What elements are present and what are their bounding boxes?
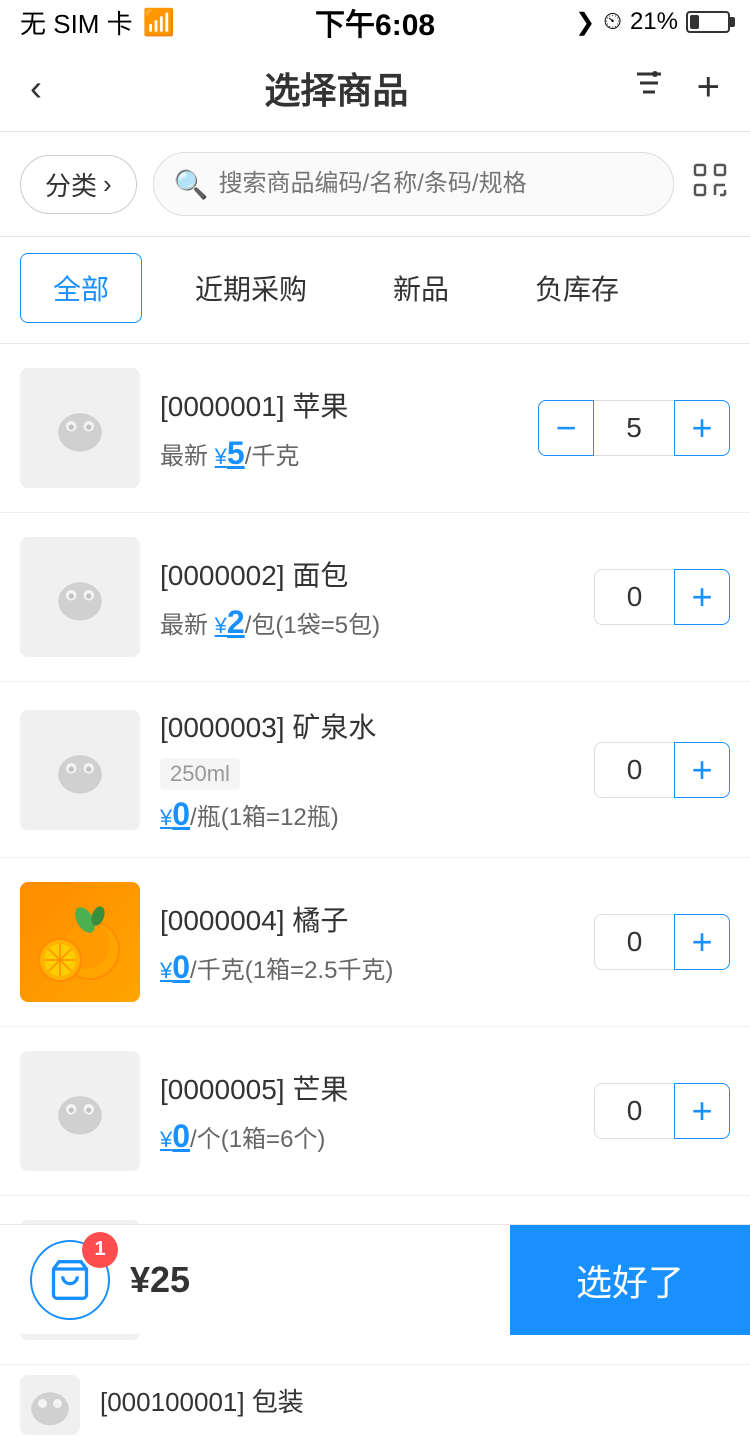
product-item: [0000005] 芒果 ¥0/个(1箱=6个) + bbox=[0, 1027, 750, 1196]
product-name: [0000005] 芒果 bbox=[160, 1068, 574, 1108]
cart-icon bbox=[48, 1258, 92, 1302]
wifi-icon: 📶 bbox=[143, 7, 175, 38]
product-name: [0000001] 苹果 bbox=[160, 385, 518, 425]
product-name: [000100001] 包装 bbox=[100, 1382, 730, 1419]
quantity-plus-button[interactable]: + bbox=[674, 742, 730, 798]
page-title: 选择商品 bbox=[264, 62, 408, 114]
product-image bbox=[20, 368, 140, 488]
filter-search-bar: 分类 › 🔍 bbox=[0, 132, 750, 237]
quantity-input[interactable] bbox=[594, 914, 674, 970]
quantity-input[interactable] bbox=[594, 569, 674, 625]
product-info: [000100001] 包装 bbox=[100, 1382, 730, 1429]
tab-recent[interactable]: 近期采购 bbox=[162, 253, 340, 323]
product-image bbox=[20, 537, 140, 657]
bottom-bar: 1 ¥25 选好了 bbox=[0, 1224, 750, 1334]
quantity-control: + bbox=[594, 1083, 730, 1139]
product-name: [0000003] 矿泉水 bbox=[160, 706, 574, 746]
status-left: 无 SIM 卡 📶 bbox=[20, 4, 175, 41]
product-item: [000100001] 包装 bbox=[0, 1365, 750, 1445]
cart-icon-wrap[interactable]: 1 bbox=[30, 1240, 110, 1320]
product-info: [0000001] 苹果 最新 ¥5/千克 bbox=[160, 385, 518, 472]
product-price: ¥0/千克(1箱=2.5千克) bbox=[160, 949, 574, 986]
nav-bar: ‹ 选择商品 + bbox=[0, 44, 750, 132]
quantity-control: − + bbox=[538, 400, 730, 456]
tab-all[interactable]: 全部 bbox=[20, 253, 142, 323]
status-time: 下午6:08 bbox=[315, 0, 435, 44]
product-spec: 250ml bbox=[160, 758, 240, 790]
add-button[interactable]: + bbox=[697, 65, 720, 110]
filter-icon[interactable] bbox=[631, 65, 667, 110]
quantity-input[interactable] bbox=[594, 742, 674, 798]
product-price: ¥0/个(1箱=6个) bbox=[160, 1118, 574, 1155]
search-box: 🔍 bbox=[153, 152, 674, 216]
quantity-plus-button[interactable]: + bbox=[674, 400, 730, 456]
quantity-plus-button[interactable]: + bbox=[674, 914, 730, 970]
battery-percent: 21% bbox=[630, 8, 678, 36]
product-item: [0000002] 面包 最新 ¥2/包(1袋=5包) + bbox=[0, 513, 750, 682]
product-image bbox=[20, 710, 140, 830]
cart-section: 1 ¥25 bbox=[0, 1240, 510, 1320]
scan-icon[interactable] bbox=[690, 160, 730, 209]
alarm-icon: ⏲ bbox=[603, 8, 622, 36]
product-item: [0000001] 苹果 最新 ¥5/千克 − + bbox=[0, 344, 750, 513]
product-image bbox=[20, 882, 140, 1002]
quantity-control: + bbox=[594, 742, 730, 798]
product-name: [0000002] 面包 bbox=[160, 554, 574, 594]
product-info: [0000005] 芒果 ¥0/个(1箱=6个) bbox=[160, 1068, 574, 1155]
product-info: [0000002] 面包 最新 ¥2/包(1袋=5包) bbox=[160, 554, 574, 641]
product-price: ¥0/瓶(1箱=12瓶) bbox=[160, 796, 574, 833]
quantity-plus-button[interactable]: + bbox=[674, 1083, 730, 1139]
quantity-input[interactable] bbox=[594, 1083, 674, 1139]
status-right: ❯ ⏲ 21% bbox=[575, 8, 730, 37]
quantity-input[interactable] bbox=[594, 400, 674, 456]
quantity-plus-button[interactable]: + bbox=[674, 569, 730, 625]
product-image bbox=[20, 1051, 140, 1171]
status-bar: 无 SIM 卡 📶 下午6:08 ❯ ⏲ 21% bbox=[0, 0, 750, 44]
product-item: [0000003] 矿泉水 250ml ¥0/瓶(1箱=12瓶) + bbox=[0, 682, 750, 858]
battery-icon bbox=[686, 11, 730, 33]
search-icon: 🔍 bbox=[174, 168, 209, 201]
product-image bbox=[20, 1375, 80, 1435]
quantity-minus-button[interactable]: − bbox=[538, 400, 594, 456]
location-icon: ❯ bbox=[575, 8, 595, 37]
cart-total: ¥25 bbox=[130, 1259, 190, 1301]
quantity-control: + bbox=[594, 914, 730, 970]
back-button[interactable]: ‹ bbox=[30, 67, 42, 109]
product-name: [0000004] 橘子 bbox=[160, 899, 574, 939]
product-info: [0000004] 橘子 ¥0/千克(1箱=2.5千克) bbox=[160, 899, 574, 986]
category-chevron-icon: › bbox=[103, 169, 112, 200]
category-button[interactable]: 分类 › bbox=[20, 155, 137, 214]
nav-right: + bbox=[631, 65, 720, 110]
quantity-control: + bbox=[594, 569, 730, 625]
search-input[interactable] bbox=[219, 170, 653, 198]
carrier-label: 无 SIM 卡 bbox=[20, 4, 133, 41]
product-price: 最新 ¥2/包(1袋=5包) bbox=[160, 604, 574, 641]
product-info: [0000003] 矿泉水 250ml ¥0/瓶(1箱=12瓶) bbox=[160, 706, 574, 833]
confirm-button[interactable]: 选好了 bbox=[510, 1225, 750, 1335]
tab-negative[interactable]: 负库存 bbox=[502, 253, 652, 323]
product-item: [0000004] 橘子 ¥0/千克(1箱=2.5千克) + bbox=[0, 858, 750, 1027]
cart-badge: 1 bbox=[82, 1232, 118, 1268]
tab-new[interactable]: 新品 bbox=[360, 253, 482, 323]
nav-left: ‹ bbox=[30, 67, 42, 109]
product-price: 最新 ¥5/千克 bbox=[160, 435, 518, 472]
category-label: 分类 bbox=[45, 166, 97, 203]
tab-bar: 全部 近期采购 新品 负库存 bbox=[0, 237, 750, 344]
